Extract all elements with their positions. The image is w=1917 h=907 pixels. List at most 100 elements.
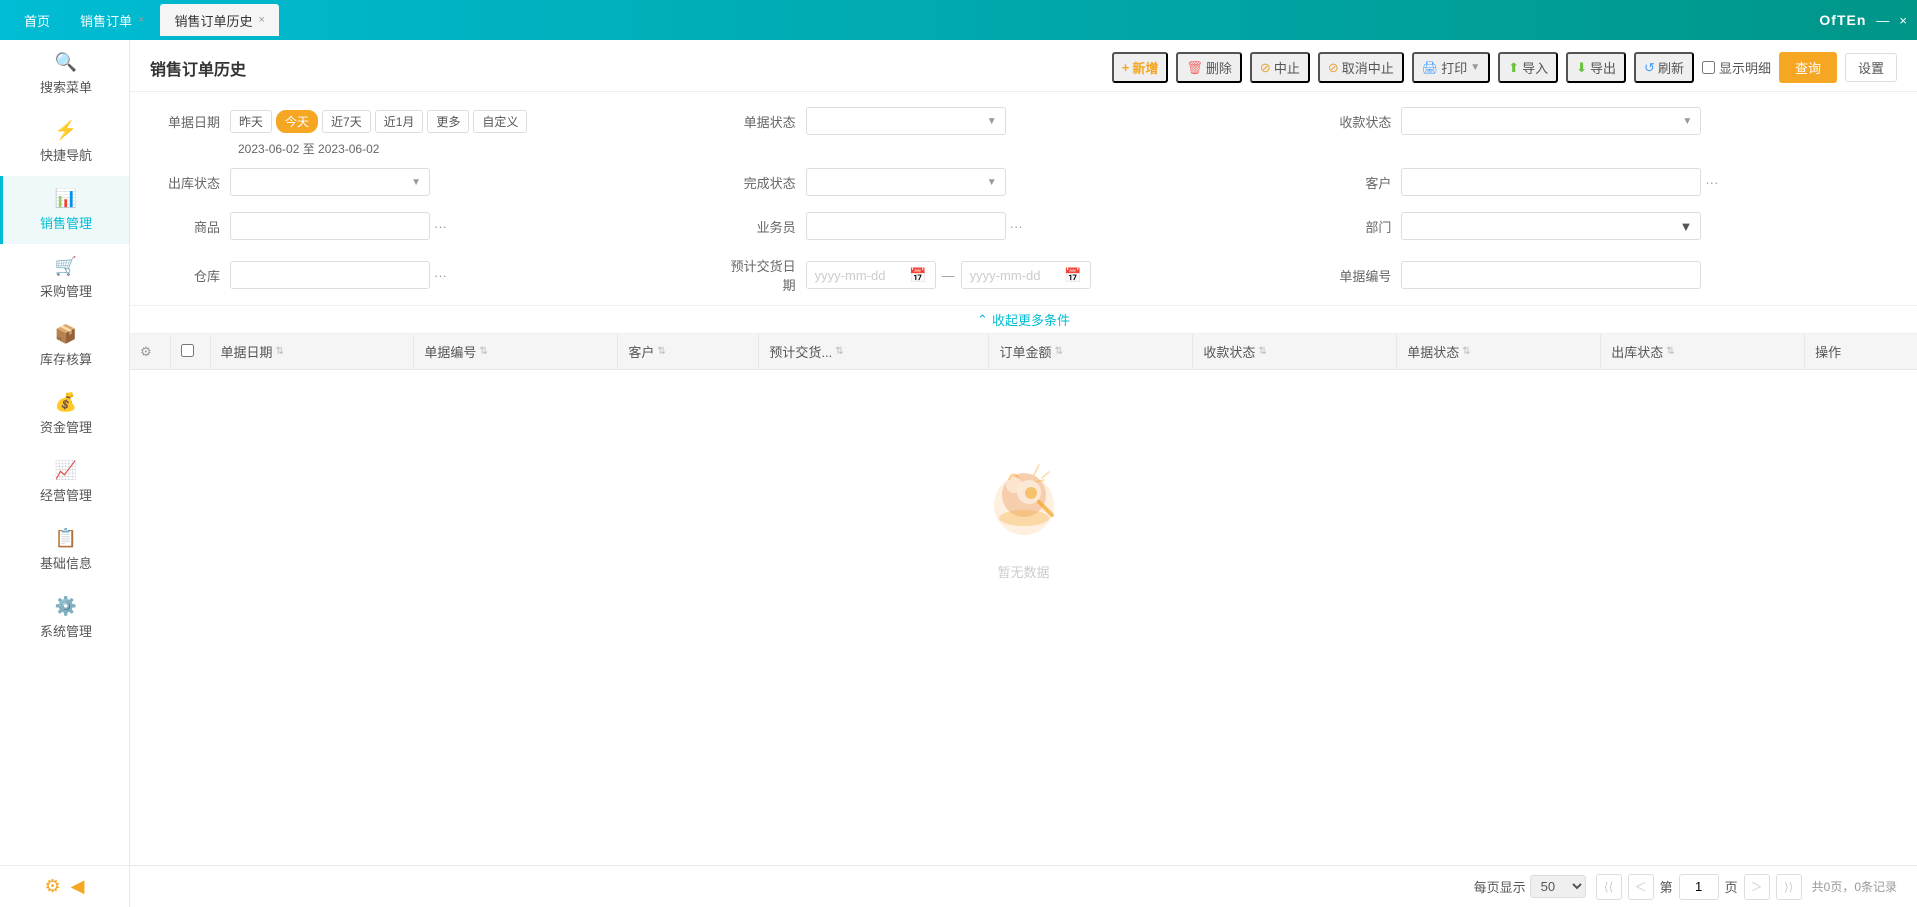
yesterday-btn[interactable]: 昨天 xyxy=(230,110,272,133)
th-checkbox xyxy=(170,334,210,370)
outbound-status-arrow-icon: ▼ xyxy=(411,177,421,188)
chevron-up-icon: ⌃ xyxy=(977,312,988,328)
th-amount-label: 订单金额 xyxy=(999,342,1051,361)
page-suffix: 页 xyxy=(1725,877,1738,896)
window-minimize[interactable]: — xyxy=(1876,13,1889,28)
delivery-date-label: 预计交货日期 xyxy=(726,256,806,294)
empty-text: 暂无数据 xyxy=(997,562,1049,581)
delete-button[interactable]: 🗑 删除 xyxy=(1176,52,1242,83)
outbound-status-select[interactable]: ▼ xyxy=(230,168,430,196)
customer-dots-icon[interactable]: ··· xyxy=(1701,175,1722,190)
filter-completion-status-cell: 完成状态 ▼ xyxy=(726,163,1322,201)
per-page-dropdown[interactable]: 50 100 200 xyxy=(1530,875,1586,898)
delivery-sort-control[interactable]: 预计交货... ⇅ xyxy=(769,342,978,361)
column-settings-icon[interactable]: ⚙ xyxy=(140,344,152,359)
sidebar-item-operations-mgmt[interactable]: 📈 经营管理 xyxy=(0,448,129,516)
cancel-stop-button[interactable]: ⊘ 取消中止 xyxy=(1318,52,1404,83)
sidebar-item-quick-nav[interactable]: ⚡ 快捷导航 xyxy=(0,108,129,176)
bill-status-sort-control[interactable]: 单据状态 ⇅ xyxy=(1407,342,1590,361)
product-dots-icon[interactable]: ··· xyxy=(430,219,451,234)
th-expected-delivery-label: 预计交货... xyxy=(769,342,832,361)
sidebar-item-capital-mgmt[interactable]: 💰 资金管理 xyxy=(0,380,129,448)
last-page-btn[interactable]: ⟩⟩ xyxy=(1776,874,1802,900)
calendar-end-icon: 📅 xyxy=(1064,267,1081,284)
empty-area: 暂无数据 xyxy=(130,370,1917,661)
today-btn[interactable]: 今天 xyxy=(276,110,318,133)
date-filter-control: 昨天 今天 近7天 近1月 更多 自定义 xyxy=(230,110,726,133)
collapse-filter-btn[interactable]: ⌃ 收起更多条件 xyxy=(130,305,1917,333)
query-button[interactable]: 查询 xyxy=(1779,52,1837,83)
bill-status-select[interactable]: ▼ xyxy=(806,107,1006,135)
department-select[interactable]: ▼ xyxy=(1401,212,1701,240)
warehouse-dots-icon[interactable]: ··· xyxy=(430,268,451,283)
salesperson-input[interactable] xyxy=(806,212,1006,240)
number-sort-icon: ⇅ xyxy=(479,346,487,357)
last1m-btn[interactable]: 近1月 xyxy=(375,110,424,133)
first-page-btn[interactable]: ⟨⟨ xyxy=(1596,874,1622,900)
completion-status-select[interactable]: ▼ xyxy=(806,168,1006,196)
sidebar-item-purchase-mgmt[interactable]: 🛒 采购管理 xyxy=(0,244,129,312)
next-page-btn[interactable]: ＞ xyxy=(1744,874,1770,900)
setting-button[interactable]: 设置 xyxy=(1845,53,1897,82)
select-all-checkbox[interactable] xyxy=(181,344,194,357)
sidebar-settings-icon[interactable]: ⚙ xyxy=(45,876,61,897)
per-page-label: 每页显示 xyxy=(1474,877,1526,896)
th-payment-status: 收款状态 ⇅ xyxy=(1193,334,1397,370)
tab-sales-order-history[interactable]: 销售订单历史 × xyxy=(160,4,278,36)
custom-btn[interactable]: 自定义 xyxy=(473,110,527,133)
date-sort-control[interactable]: 单据日期 ⇅ xyxy=(221,342,404,361)
th-actions-label: 操作 xyxy=(1815,345,1841,360)
product-input[interactable] xyxy=(230,212,430,240)
more-btn[interactable]: 更多 xyxy=(427,110,469,133)
print-button[interactable]: 🖨 打印 ▼ xyxy=(1412,52,1490,83)
sidebar-item-inventory-check-label: 库存核算 xyxy=(40,349,92,368)
sidebar-collapse-icon[interactable]: ◀ xyxy=(71,876,85,897)
table-body: 暂无数据 xyxy=(130,370,1917,662)
display-columns-checkbox[interactable] xyxy=(1702,61,1715,74)
salesperson-dots-icon[interactable]: ··· xyxy=(1006,219,1027,234)
department-arrow-icon: ▼ xyxy=(1679,219,1692,234)
stop-label: 中止 xyxy=(1274,58,1300,77)
tab-sales-order-history-close[interactable]: × xyxy=(258,14,264,26)
refresh-button[interactable]: ↺ 刷新 xyxy=(1634,52,1694,83)
date-range-dash: — xyxy=(942,268,955,283)
payment-sort-control[interactable]: 收款状态 ⇅ xyxy=(1203,342,1386,361)
th-customer-label: 客户 xyxy=(628,342,654,361)
window-close[interactable]: × xyxy=(1899,13,1907,28)
order-number-input[interactable] xyxy=(1401,261,1701,289)
toolbar: + 新增 🗑 删除 ⊘ 中止 ⊘ 取消中止 🖨 打印 xyxy=(1112,52,1897,83)
prev-page-btn[interactable]: ＜ xyxy=(1628,874,1654,900)
customer-sort-control[interactable]: 客户 ⇅ xyxy=(628,342,748,361)
amount-sort-control[interactable]: 订单金额 ⇅ xyxy=(999,342,1182,361)
page-number-input[interactable] xyxy=(1679,874,1719,900)
sidebar-item-basic-info[interactable]: 📋 基础信息 xyxy=(0,516,129,584)
outbound-sort-icon: ⇅ xyxy=(1666,346,1674,357)
th-bill-status: 单据状态 ⇅ xyxy=(1397,334,1601,370)
number-sort-control[interactable]: 单据编号 ⇅ xyxy=(424,342,607,361)
warehouse-input[interactable] xyxy=(230,261,430,289)
delivery-date-start[interactable]: yyyy-mm-dd 📅 xyxy=(806,261,936,289)
outbound-sort-control[interactable]: 出库状态 ⇅ xyxy=(1611,342,1794,361)
filter-product-cell: 商品 ··· xyxy=(130,207,726,245)
sidebar-item-search-menu[interactable]: 🔍 搜索菜单 xyxy=(0,40,129,108)
last7-btn[interactable]: 近7天 xyxy=(322,110,371,133)
tab-sales-order[interactable]: 销售订单 × xyxy=(66,4,158,36)
sidebar-item-inventory-check[interactable]: 📦 库存核算 xyxy=(0,312,129,380)
payment-status-select[interactable]: ▼ xyxy=(1401,107,1701,135)
new-icon: + xyxy=(1122,60,1130,75)
footer: 每页显示 50 100 200 ⟨⟨ ＜ 第 页 ＞ ⟩⟩ 共0页，0条记录 xyxy=(130,865,1917,907)
export-button[interactable]: ⬇ 导出 xyxy=(1566,52,1626,83)
tab-home[interactable]: 首页 xyxy=(10,4,64,36)
quick-nav-icon: ⚡ xyxy=(55,120,77,141)
import-button[interactable]: ⬆ 导入 xyxy=(1498,52,1558,83)
basic-info-icon: 📋 xyxy=(55,528,77,549)
th-amount: 订单金额 ⇅ xyxy=(989,334,1193,370)
new-button[interactable]: + 新增 xyxy=(1112,52,1169,83)
sidebar-item-sales-mgmt[interactable]: 📊 销售管理 xyxy=(0,176,129,244)
stop-button[interactable]: ⊘ 中止 xyxy=(1250,52,1310,83)
stop-icon: ⊘ xyxy=(1260,60,1271,76)
sidebar-item-system-mgmt[interactable]: ⚙️ 系统管理 xyxy=(0,584,129,652)
delivery-date-end[interactable]: yyyy-mm-dd 📅 xyxy=(961,261,1091,289)
tab-sales-order-close[interactable]: × xyxy=(138,14,144,26)
customer-input[interactable] xyxy=(1401,168,1701,196)
